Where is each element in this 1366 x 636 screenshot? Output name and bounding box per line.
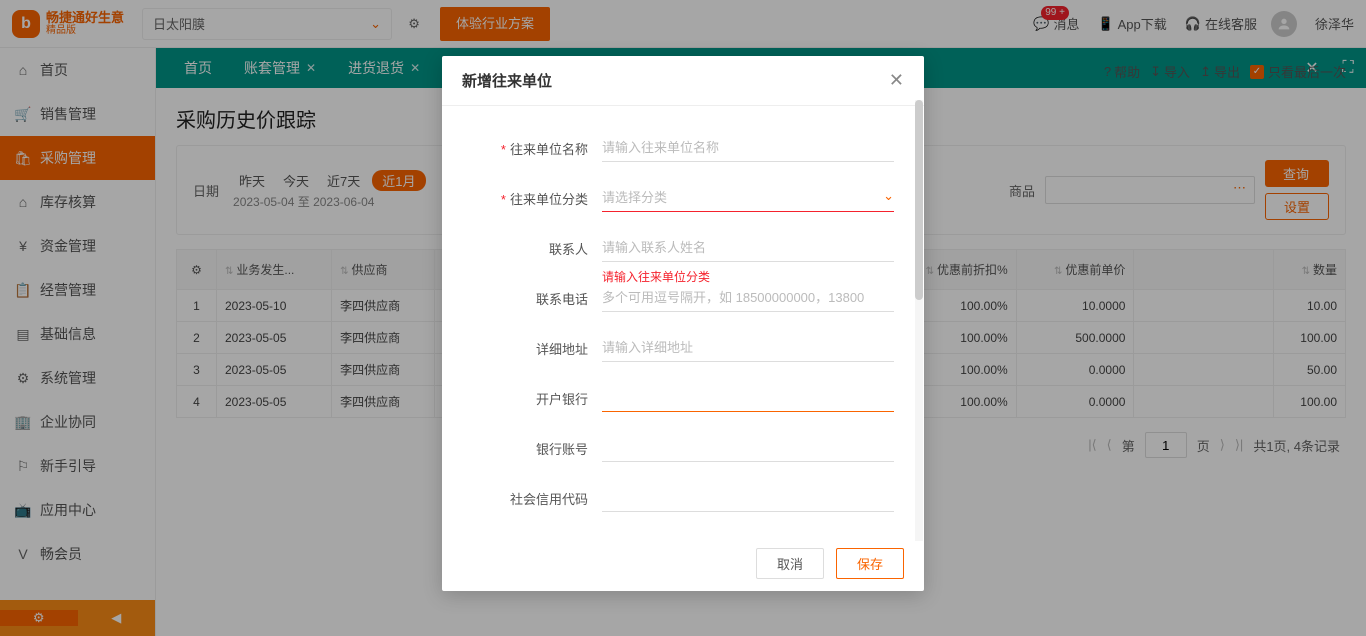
field-label-credit: 社会信用代码: [510, 492, 588, 507]
error-message: 请输入往来单位分类: [602, 268, 710, 285]
field-label-category: 往来单位分类: [510, 192, 588, 207]
save-button[interactable]: 保存: [836, 548, 904, 579]
account-input[interactable]: [602, 434, 894, 462]
more-info-label: 录入更多信息: [602, 534, 680, 536]
field-label-bank: 开户银行: [536, 392, 588, 407]
modal-add-contact: 新增往来单位 ✕ *往来单位名称 *往来单位分类 ⌄ 联系人 请输入往来单位分类…: [442, 56, 924, 591]
contact-input[interactable]: [602, 234, 894, 262]
field-label-name: 往来单位名称: [510, 142, 588, 157]
close-icon[interactable]: ✕: [889, 70, 904, 91]
modal-title: 新增往来单位: [462, 70, 552, 91]
field-label-phone: 联系电话: [536, 292, 588, 307]
name-input[interactable]: [602, 134, 894, 162]
category-select[interactable]: [602, 184, 894, 212]
bank-input[interactable]: [602, 384, 894, 412]
chevron-down-icon[interactable]: ⌄: [883, 188, 894, 204]
cancel-button[interactable]: 取消: [756, 548, 824, 579]
address-input[interactable]: [602, 334, 894, 362]
phone-input[interactable]: [602, 284, 894, 312]
scrollbar-thumb[interactable]: [915, 100, 923, 300]
scrollbar[interactable]: [915, 100, 923, 541]
field-label-contact: 联系人: [549, 242, 588, 257]
field-label-address: 详细地址: [536, 342, 588, 357]
field-label-account: 银行账号: [536, 442, 588, 457]
credit-input[interactable]: [602, 484, 894, 512]
